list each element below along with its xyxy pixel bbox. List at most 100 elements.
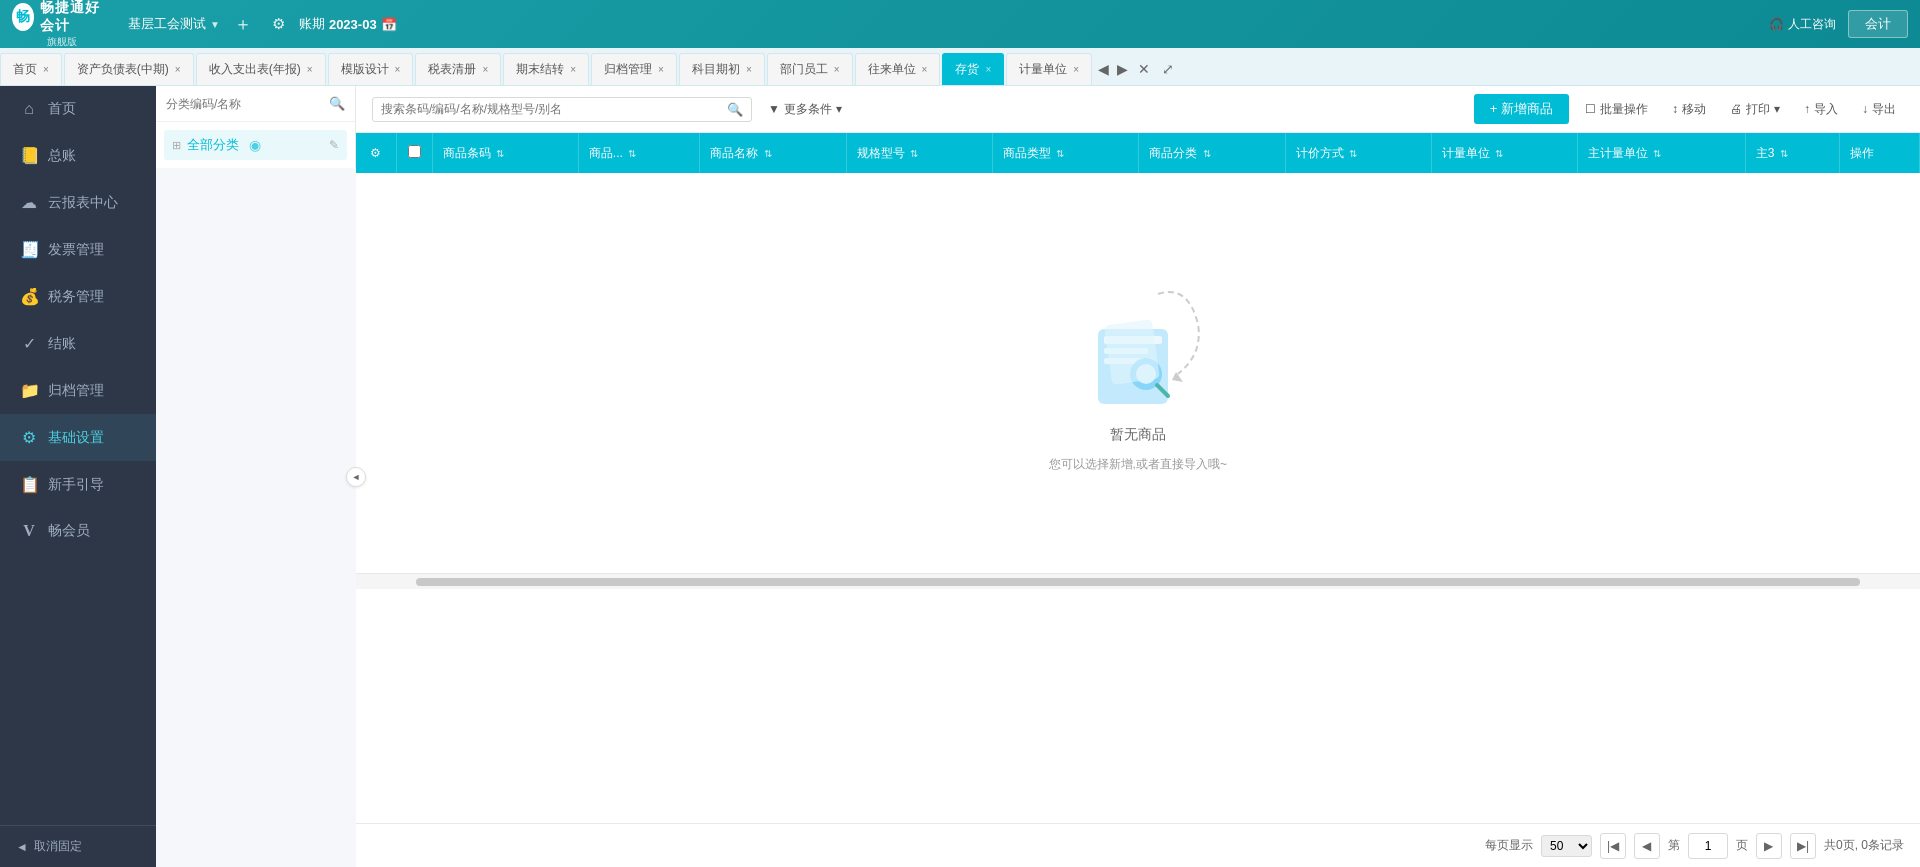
sidebar-label-archive: 归档管理 bbox=[48, 382, 104, 400]
category-search-input[interactable] bbox=[166, 97, 329, 111]
column-spec[interactable]: 规格型号 ⇅ bbox=[846, 133, 992, 173]
tab-unit[interactable]: 计量单位 × bbox=[1006, 53, 1092, 85]
add-tab-button[interactable]: ＋ bbox=[228, 12, 258, 36]
guide-icon: 📋 bbox=[20, 475, 38, 494]
sidebar: ⌂ 首页 📒 总账 ☁ 云报表中心 🧾 发票管理 💰 税务管理 ✓ 结账 📁 归… bbox=[0, 86, 156, 867]
page-next-button[interactable]: ▶ bbox=[1756, 833, 1782, 859]
tab-balance-sheet[interactable]: 资产负债表(中期) × bbox=[64, 53, 194, 85]
period-value: 2023-03 bbox=[329, 17, 377, 32]
column-code[interactable]: 商品... ⇅ bbox=[578, 133, 699, 173]
tab-period-close[interactable]: 期末结转 × bbox=[503, 53, 589, 85]
sidebar-item-reports[interactable]: ☁ 云报表中心 bbox=[0, 179, 156, 226]
tab-contact-label: 往来单位 bbox=[868, 61, 916, 78]
column-main-unit[interactable]: 主计量单位 ⇅ bbox=[1578, 133, 1746, 173]
panel-collapse-button[interactable]: ◄ bbox=[346, 467, 366, 487]
tab-expand-button[interactable]: ⤢ bbox=[1156, 53, 1180, 85]
pagination-bar: 每页显示 10 20 50 100 |◀ ◀ 第 页 ▶ ▶| 共0页, 0条记… bbox=[356, 823, 1920, 867]
column-checkbox[interactable] bbox=[396, 133, 432, 173]
main-layout: ⌂ 首页 📒 总账 ☁ 云报表中心 🧾 发票管理 💰 税务管理 ✓ 结账 📁 归… bbox=[0, 86, 1920, 867]
svg-rect-8 bbox=[1104, 318, 1160, 384]
tab-income-close[interactable]: × bbox=[307, 64, 313, 75]
cancel-fixed-button[interactable]: ◄ 取消固定 bbox=[0, 825, 156, 867]
sort-name-icon: ⇅ bbox=[764, 148, 772, 159]
tab-unit-close[interactable]: × bbox=[1073, 64, 1079, 75]
tab-template-label: 模版设计 bbox=[341, 61, 389, 78]
tab-subject-init-close[interactable]: × bbox=[746, 64, 752, 75]
sidebar-item-archive[interactable]: 📁 归档管理 bbox=[0, 367, 156, 414]
tab-archive[interactable]: 归档管理 × bbox=[591, 53, 677, 85]
tab-close-all-button[interactable]: ✕ bbox=[1132, 53, 1156, 85]
more-filter-button[interactable]: ▼ 更多条件 ▾ bbox=[760, 97, 850, 122]
tab-inventory[interactable]: 存货 × bbox=[942, 53, 1004, 85]
tab-next-button[interactable]: ▶ bbox=[1113, 53, 1132, 85]
add-product-button[interactable]: + 新增商品 bbox=[1474, 94, 1569, 124]
export-button[interactable]: ↓ 导出 bbox=[1854, 97, 1904, 122]
tab-department[interactable]: 部门员工 × bbox=[767, 53, 853, 85]
category-edit-icon[interactable]: ✎ bbox=[329, 138, 339, 152]
page-first-button[interactable]: |◀ bbox=[1600, 833, 1626, 859]
category-all-item[interactable]: ⊞ 全部分类 ◉ ✎ bbox=[164, 130, 347, 160]
scrollbar-thumb[interactable] bbox=[416, 578, 1860, 586]
header-settings-button[interactable]: ⚙ bbox=[266, 15, 291, 33]
tab-subject-init[interactable]: 科目期初 × bbox=[679, 53, 765, 85]
per-page-select[interactable]: 10 20 50 100 bbox=[1541, 835, 1592, 857]
column-extra[interactable]: 主3 ⇅ bbox=[1745, 133, 1839, 173]
sidebar-item-settings[interactable]: ⚙ 基础设置 bbox=[0, 414, 156, 461]
service-button[interactable]: 🎧 人工咨询 bbox=[1769, 16, 1836, 33]
tab-contact[interactable]: 往来单位 × bbox=[855, 53, 941, 85]
calendar-icon[interactable]: 📅 bbox=[381, 17, 397, 32]
chevron-down-icon: ▾ bbox=[836, 102, 842, 116]
sidebar-item-settle[interactable]: ✓ 结账 bbox=[0, 320, 156, 367]
page-number-input[interactable] bbox=[1688, 833, 1728, 859]
sidebar-item-member[interactable]: V 畅会员 bbox=[0, 508, 156, 554]
total-records-text: 共0页, 0条记录 bbox=[1824, 837, 1904, 854]
company-selector[interactable]: 基层工会测试 ▼ bbox=[128, 15, 220, 33]
page-last-button[interactable]: ▶| bbox=[1790, 833, 1816, 859]
column-name[interactable]: 商品名称 ⇅ bbox=[700, 133, 846, 173]
sort-barcode-icon: ⇅ bbox=[496, 148, 504, 159]
batch-button[interactable]: ☐ 批量操作 bbox=[1577, 97, 1656, 122]
sort-code-icon: ⇅ bbox=[628, 148, 636, 159]
sidebar-item-home[interactable]: ⌂ 首页 bbox=[0, 86, 156, 132]
empty-state: 暂无商品 您可以选择新增,或者直接导入哦~ bbox=[356, 173, 1920, 573]
tab-home-close[interactable]: × bbox=[43, 64, 49, 75]
sidebar-item-ledger[interactable]: 📒 总账 bbox=[0, 132, 156, 179]
print-button[interactable]: 🖨 打印 ▾ bbox=[1722, 97, 1788, 122]
column-barcode[interactable]: 商品条码 ⇅ bbox=[432, 133, 578, 173]
sidebar-item-tax[interactable]: 💰 税务管理 bbox=[0, 273, 156, 320]
select-all-checkbox[interactable] bbox=[408, 145, 421, 158]
tab-period-close-label: 期末结转 bbox=[516, 61, 564, 78]
tab-income[interactable]: 收入支出表(年报) × bbox=[196, 53, 326, 85]
column-type[interactable]: 商品类型 ⇅ bbox=[992, 133, 1138, 173]
column-category[interactable]: 商品分类 ⇅ bbox=[1139, 133, 1285, 173]
column-price-method[interactable]: 计价方式 ⇅ bbox=[1285, 133, 1431, 173]
sidebar-item-invoice[interactable]: 🧾 发票管理 bbox=[0, 226, 156, 273]
tab-period-close-x[interactable]: × bbox=[570, 64, 576, 75]
import-button[interactable]: ↑ 导入 bbox=[1796, 97, 1846, 122]
tab-balance-close[interactable]: × bbox=[175, 64, 181, 75]
move-button[interactable]: ↕ 移动 bbox=[1664, 97, 1714, 122]
product-table-container: ⚙ 商品条码 ⇅ 商品... ⇅ bbox=[356, 133, 1920, 823]
pin-icon: ◄ bbox=[16, 840, 28, 854]
tab-inventory-close[interactable]: × bbox=[985, 64, 991, 75]
sidebar-item-guide[interactable]: 📋 新手引导 bbox=[0, 461, 156, 508]
column-action: 操作 bbox=[1839, 133, 1919, 173]
account-button[interactable]: 会计 bbox=[1848, 10, 1908, 38]
tab-department-close[interactable]: × bbox=[834, 64, 840, 75]
tab-archive-close[interactable]: × bbox=[658, 64, 664, 75]
page-prev-button[interactable]: ◀ bbox=[1634, 833, 1660, 859]
tab-home[interactable]: 首页 × bbox=[0, 53, 62, 85]
tab-inventory-label: 存货 bbox=[955, 61, 979, 78]
tab-template-close[interactable]: × bbox=[395, 64, 401, 75]
tab-template[interactable]: 模版设计 × bbox=[328, 53, 414, 85]
column-settings[interactable]: ⚙ bbox=[356, 133, 396, 173]
tab-contact-close[interactable]: × bbox=[922, 64, 928, 75]
sort-extra-icon: ⇅ bbox=[1780, 148, 1788, 159]
tab-tax-close[interactable]: × bbox=[482, 64, 488, 75]
product-search-input[interactable] bbox=[381, 102, 721, 116]
tab-tax[interactable]: 税表清册 × bbox=[415, 53, 501, 85]
sidebar-label-settle: 结账 bbox=[48, 335, 76, 353]
tab-prev-button[interactable]: ◀ bbox=[1094, 53, 1113, 85]
empty-secondary-text: 您可以选择新增,或者直接导入哦~ bbox=[1049, 456, 1227, 473]
column-unit[interactable]: 计量单位 ⇅ bbox=[1431, 133, 1577, 173]
